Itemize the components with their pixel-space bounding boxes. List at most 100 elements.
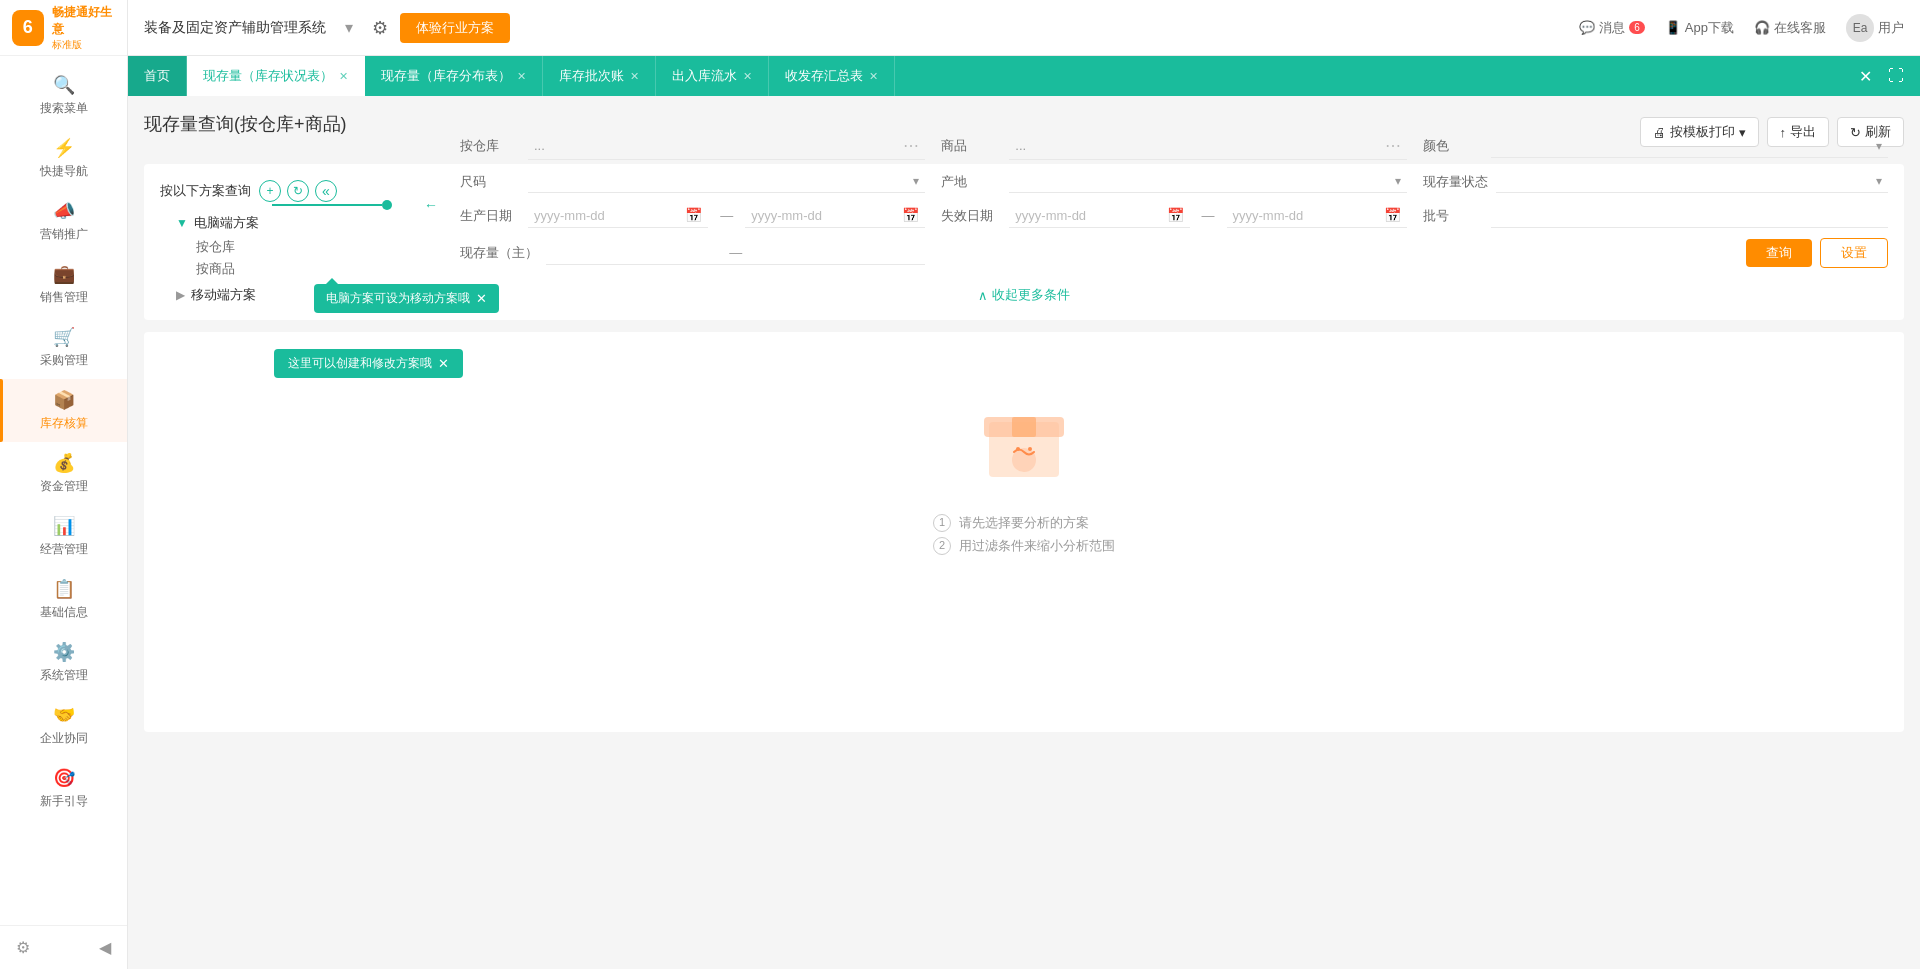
origin-chevron-icon: ▾ <box>1395 174 1401 188</box>
empty-illustration <box>964 392 1084 495</box>
collapse-up-icon: ∧ <box>978 288 988 303</box>
warehouse-dots-icon[interactable]: ⋯ <box>903 136 919 155</box>
sidebar-item-system[interactable]: ⚙️ 系统管理 <box>0 631 127 694</box>
tab-batch[interactable]: 库存批次账 ✕ <box>543 56 656 96</box>
sidebar-item-purchase[interactable]: 🛒 采购管理 <box>0 316 127 379</box>
tab-close-batch[interactable]: ✕ <box>630 70 639 83</box>
sidebar-item-marketing[interactable]: 📣 营销推广 <box>0 190 127 253</box>
origin-select[interactable]: ▾ <box>1009 170 1406 193</box>
tab-close-inventory-status[interactable]: ✕ <box>339 70 348 83</box>
stock-status-chevron: ▾ <box>1876 174 1882 188</box>
refresh-scheme-btn[interactable]: ↻ <box>287 180 309 202</box>
scheme-mobile-label[interactable]: 移动端方案 <box>191 286 256 304</box>
tab-close-collect[interactable]: ✕ <box>869 70 878 83</box>
sidebar-item-basic[interactable]: 📋 基础信息 <box>0 568 127 631</box>
app-download-action[interactable]: 📱 App下载 <box>1665 19 1734 37</box>
mfg-date-input[interactable]: yyyy-mm-dd 📅 <box>528 203 708 228</box>
search-icon: 🔍 <box>53 74 75 96</box>
collapse-sidebar-icon[interactable]: ◀ <box>99 938 111 957</box>
add-scheme-btn[interactable]: + <box>259 180 281 202</box>
product-dots-icon[interactable]: ⋯ <box>1385 136 1401 155</box>
topbar-left: 装备及固定资产辅助管理系统 ▾ ⚙ 体验行业方案 <box>144 13 510 43</box>
tooltip-edit-close[interactable]: ✕ <box>438 356 449 371</box>
tabs-bar: 首页 现存量（库存状况表） ✕ 现存量（库存分布表） ✕ 库存批次账 ✕ 出入库… <box>128 56 1920 96</box>
filter-size: 尺码 ▾ <box>460 170 925 193</box>
online-support-action[interactable]: 🎧 在线客服 <box>1754 19 1826 37</box>
tab-inout[interactable]: 出入库流水 ✕ <box>656 56 769 96</box>
inventory-icon: 📦 <box>53 389 75 411</box>
stock-status-select[interactable]: ▾ <box>1496 170 1888 193</box>
size-select[interactable]: ▾ <box>528 170 925 193</box>
filter-warehouse: 按仓库 ... ⋯ <box>460 132 925 160</box>
exp-date-end-cal-icon[interactable]: 📅 <box>1384 207 1401 223</box>
sidebar-item-quick[interactable]: ⚡ 快捷导航 <box>0 127 127 190</box>
filter-row1: 按仓库 ... ⋯ 商品 ... ⋯ 颜色 <box>460 132 1888 160</box>
svg-rect-2 <box>1012 417 1036 437</box>
filter-product: 商品 ... ⋯ <box>941 132 1406 160</box>
system-name: 装备及固定资产辅助管理系统 <box>144 19 326 37</box>
sidebar-item-guide[interactable]: 🎯 新手引导 <box>0 757 127 820</box>
finance-icon: 💰 <box>53 452 75 474</box>
tab-collect[interactable]: 收发存汇总表 ✕ <box>769 56 895 96</box>
query-button[interactable]: 查询 <box>1746 239 1812 267</box>
sidebar-item-sales[interactable]: 💼 销售管理 <box>0 253 127 316</box>
color-chevron-icon: ▾ <box>1876 139 1882 153</box>
marketing-icon: 📣 <box>53 200 75 222</box>
purchase-icon: 🛒 <box>53 326 75 348</box>
sidebar-item-enterprise[interactable]: 🤝 企业协同 <box>0 694 127 757</box>
collapse-btn[interactable]: ∧ 收起更多条件 <box>978 286 1070 304</box>
system-dropdown-btn[interactable]: ▾ <box>338 17 360 39</box>
mfg-date-end-cal-icon[interactable]: 📅 <box>902 207 919 223</box>
sidebar-item-finance[interactable]: 💰 资金管理 <box>0 442 127 505</box>
headset-icon: 🎧 <box>1754 20 1770 35</box>
basic-icon: 📋 <box>53 578 75 600</box>
connector-dot <box>382 200 392 210</box>
exp-date-input[interactable]: yyyy-mm-dd 📅 <box>1009 203 1189 228</box>
tooltip-scheme-close[interactable]: ✕ <box>476 291 487 306</box>
tab-close-inventory-dist[interactable]: ✕ <box>517 70 526 83</box>
stock-main-input[interactable]: — <box>546 241 925 265</box>
filter-origin: 产地 ▾ <box>941 170 1406 193</box>
stock-main-to[interactable] <box>746 245 919 260</box>
product-label: 商品 <box>941 137 1001 155</box>
origin-label: 产地 <box>941 173 1001 191</box>
tab-close-inout[interactable]: ✕ <box>743 70 752 83</box>
sidebar-item-search[interactable]: 🔍 搜索菜单 <box>0 64 127 127</box>
settings-bottom-icon[interactable]: ⚙ <box>16 938 30 957</box>
size-label: 尺码 <box>460 173 520 191</box>
product-select[interactable]: ... ⋯ <box>1009 132 1406 160</box>
size-chevron-icon: ▾ <box>913 174 919 188</box>
page-title: 现存量查询(按仓库+商品) <box>144 112 347 136</box>
settings-icon[interactable]: ⚙ <box>372 17 388 39</box>
edit-tooltip: 这里可以创建和修改方案哦 ✕ <box>274 349 463 378</box>
tab-inventory-dist[interactable]: 现存量（库存分布表） ✕ <box>365 56 543 96</box>
tab-close-all-icon[interactable]: ✕ <box>1855 63 1876 90</box>
message-action[interactable]: 💬 消息 6 <box>1579 19 1645 37</box>
connector-line <box>272 204 382 206</box>
stock-main-from[interactable] <box>552 245 725 260</box>
user-avatar: Ea <box>1846 14 1874 42</box>
results-area: 1 请先选择要分析的方案 2 用过滤条件来缩小分析范围 <box>144 332 1904 732</box>
filter-fields: 按仓库 ... ⋯ 商品 ... ⋯ 颜色 <box>460 132 1888 268</box>
main-content: 现存量查询(按仓库+商品) 🖨 按模板打印 ▾ ↑ 导出 ↻ 刷新 按以下方案查… <box>128 96 1920 969</box>
tab-fullscreen-icon[interactable]: ⛶ <box>1884 63 1908 89</box>
scheme-pc-label[interactable]: 电脑端方案 <box>194 214 259 232</box>
batch-input[interactable] <box>1491 204 1888 228</box>
color-select[interactable]: ▾ <box>1491 135 1888 158</box>
user-action[interactable]: Ea 用户 <box>1846 14 1904 42</box>
exp-date-cal-icon[interactable]: 📅 <box>1167 207 1184 223</box>
exp-date-end-input[interactable]: yyyy-mm-dd 📅 <box>1227 203 1407 228</box>
tab-inventory-status[interactable]: 现存量（库存状况表） ✕ <box>187 56 365 96</box>
tab-home[interactable]: 首页 <box>128 56 187 96</box>
trial-button[interactable]: 体验行业方案 <box>400 13 510 43</box>
sidebar-item-inventory[interactable]: 📦 库存核算 <box>0 379 127 442</box>
filter-scheme-actions: + ↻ « <box>259 180 337 202</box>
filter-mfg-date: 生产日期 yyyy-mm-dd 📅 — yyyy-mm-dd 📅 <box>460 203 925 228</box>
sidebar-item-operation[interactable]: 📊 经营管理 <box>0 505 127 568</box>
mfg-date-cal-icon[interactable]: 📅 <box>685 207 702 223</box>
setting-button[interactable]: 设置 <box>1820 238 1888 268</box>
warehouse-select[interactable]: ... ⋯ <box>528 132 925 160</box>
empty-svg-icon <box>964 392 1084 492</box>
mfg-date-end-input[interactable]: yyyy-mm-dd 📅 <box>745 203 925 228</box>
prev-scheme-btn[interactable]: « <box>315 180 337 202</box>
